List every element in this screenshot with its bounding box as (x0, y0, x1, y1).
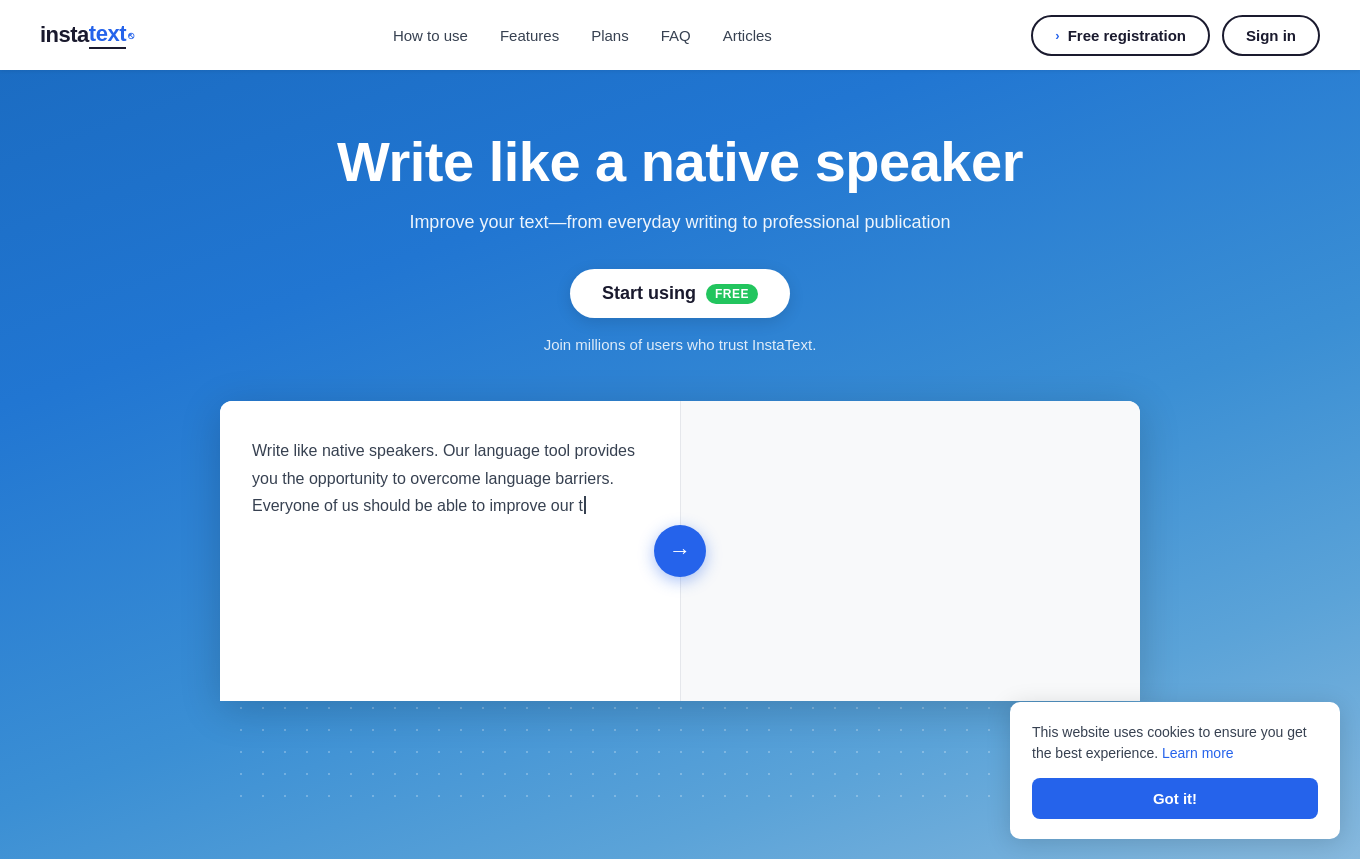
process-button[interactable]: → (654, 525, 706, 577)
hero-subtitle: Improve your text—from everyday writing … (409, 212, 950, 233)
demo-input-panel[interactable]: Write like native speakers. Our language… (220, 401, 681, 701)
arrow-right-icon: → (669, 538, 691, 564)
nav-actions: › Free registration Sign in (1031, 15, 1320, 56)
start-label: Start using (602, 283, 696, 304)
chevron-right-icon: › (1055, 28, 1059, 43)
demo-wrapper: Write like native speakers. Our language… (220, 401, 1140, 701)
got-it-button[interactable]: Got it! (1032, 778, 1318, 819)
navbar: instatext⎋ How to use Features Plans FAQ… (0, 0, 1360, 70)
hero-title: Write like a native speaker (337, 130, 1023, 194)
cookie-banner: This website uses cookies to ensure you … (1010, 702, 1340, 839)
nav-how-to-use[interactable]: How to use (393, 27, 468, 44)
free-badge: FREE (706, 284, 758, 304)
nav-links: How to use Features Plans FAQ Articles (393, 27, 772, 44)
nav-plans[interactable]: Plans (591, 27, 629, 44)
demo-output-panel (681, 401, 1141, 701)
nav-articles[interactable]: Articles (723, 27, 772, 44)
demo-input-text: Write like native speakers. Our language… (252, 442, 635, 513)
signin-button[interactable]: Sign in (1222, 15, 1320, 56)
logo-text: text (89, 21, 126, 49)
nav-features[interactable]: Features (500, 27, 559, 44)
nav-faq[interactable]: FAQ (661, 27, 691, 44)
register-label: Free registration (1068, 27, 1186, 44)
learn-more-link[interactable]: Learn more (1162, 745, 1234, 761)
logo[interactable]: instatext⎋ (40, 21, 133, 49)
register-button[interactable]: › Free registration (1031, 15, 1210, 56)
logo-icon: ⎋ (128, 30, 134, 41)
start-using-button[interactable]: Start using FREE (570, 269, 790, 318)
trust-text: Join millions of users who trust InstaTe… (544, 336, 817, 353)
text-cursor (584, 496, 586, 514)
cookie-text: This website uses cookies to ensure you … (1032, 722, 1318, 764)
logo-insta: insta (40, 22, 89, 48)
